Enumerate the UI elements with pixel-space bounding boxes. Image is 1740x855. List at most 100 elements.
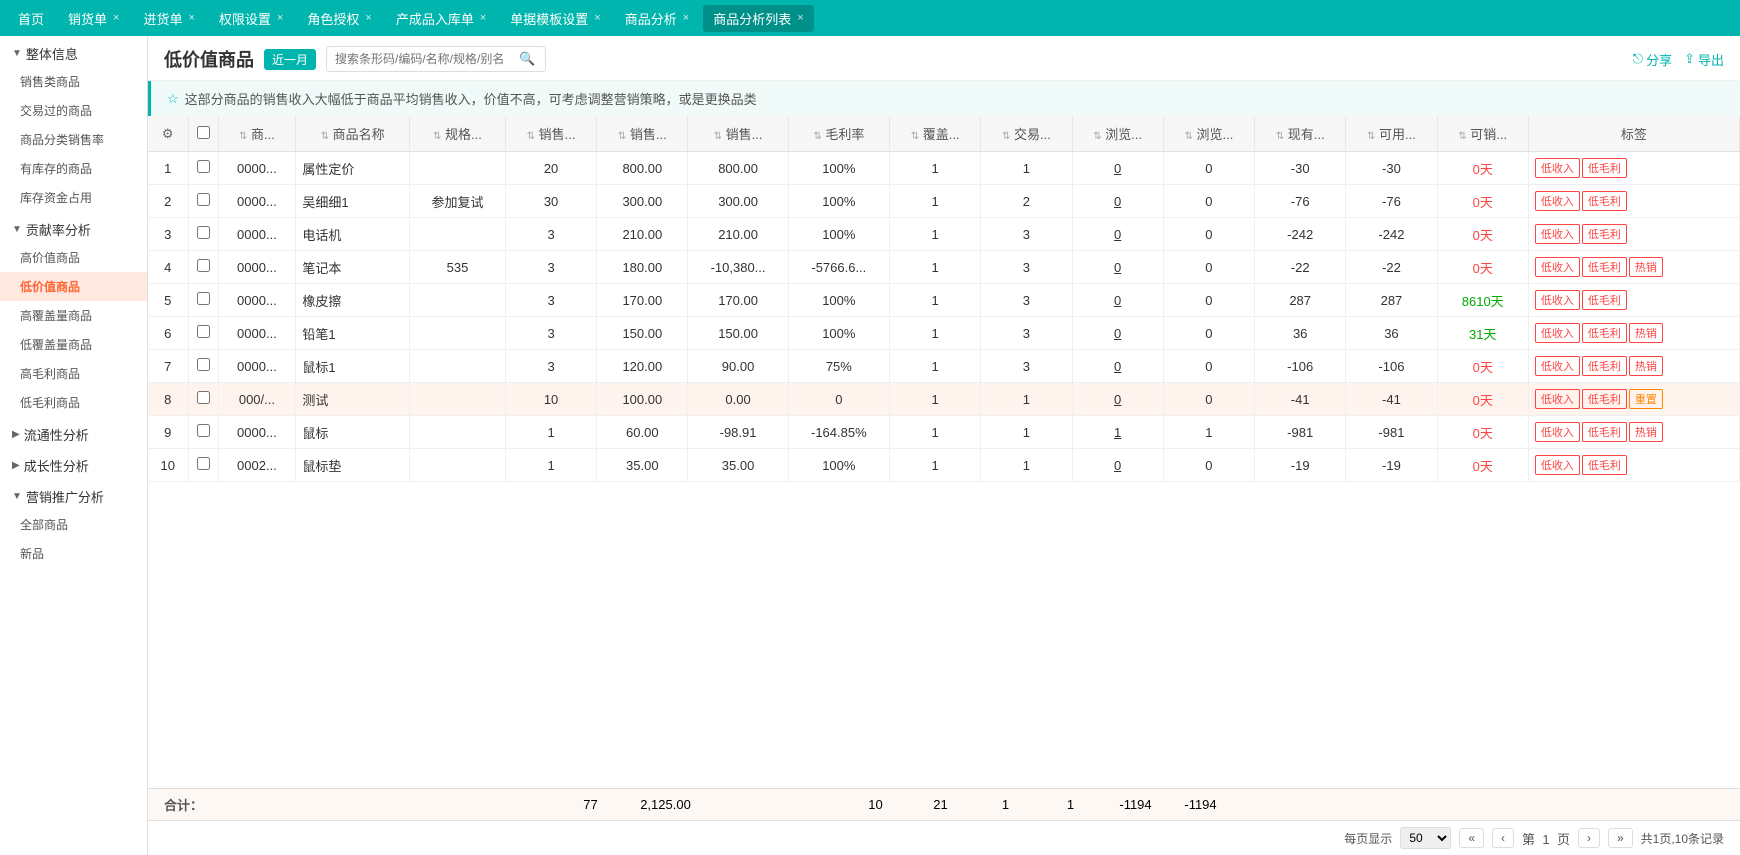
browse-link[interactable]: 0 bbox=[1114, 260, 1121, 275]
cell-checkbox[interactable] bbox=[188, 350, 218, 383]
page-size-select[interactable]: 50 100 200 bbox=[1400, 827, 1451, 849]
cell-browse1[interactable]: 0 bbox=[1072, 383, 1163, 416]
sidebar-group-liquidity[interactable]: ▶ 流通性分析 bbox=[0, 417, 147, 448]
cell-checkbox[interactable] bbox=[188, 218, 218, 251]
nav-template-settings[interactable]: 单据模板设置× bbox=[500, 5, 610, 32]
nav-permissions[interactable]: 权限设置× bbox=[209, 5, 293, 32]
nav-close-analysis[interactable]: × bbox=[683, 12, 689, 24]
row-checkbox[interactable] bbox=[197, 160, 210, 173]
browse-link[interactable]: 0 bbox=[1114, 326, 1121, 341]
nav-close-warehouse[interactable]: × bbox=[480, 12, 486, 24]
sidebar-item-low-margin[interactable]: 低毛利商品 bbox=[0, 388, 147, 417]
date-filter-badge[interactable]: 近一月 bbox=[264, 49, 316, 70]
last-page-button[interactable]: » bbox=[1608, 828, 1633, 848]
sidebar-group-marketing[interactable]: ▼ 营销推广分析 bbox=[0, 479, 147, 510]
nav-close-purchase[interactable]: × bbox=[188, 12, 194, 24]
sidebar-item-inventory-capital[interactable]: 库存资金占用 bbox=[0, 183, 147, 212]
nav-close-role[interactable]: × bbox=[365, 12, 371, 24]
cell-num: 2 bbox=[148, 185, 188, 218]
first-page-button[interactable]: « bbox=[1459, 828, 1484, 848]
sidebar-group-contribution[interactable]: ▼ 贡献率分析 bbox=[0, 212, 147, 243]
nav-sales-order[interactable]: 销货单× bbox=[58, 5, 129, 32]
nav-role-auth[interactable]: 角色授权× bbox=[297, 5, 381, 32]
browse-link[interactable]: 1 bbox=[1114, 425, 1121, 440]
col-select-all[interactable] bbox=[188, 116, 218, 152]
sidebar-item-high-value[interactable]: 高价值商品 bbox=[0, 243, 147, 272]
sidebar-item-stocked-products[interactable]: 有库存的商品 bbox=[0, 154, 147, 183]
nav-close-sales[interactable]: × bbox=[113, 12, 119, 24]
row-checkbox[interactable] bbox=[197, 292, 210, 305]
sidebar-item-high-margin[interactable]: 高毛利商品 bbox=[0, 359, 147, 388]
cell-checkbox[interactable] bbox=[188, 152, 218, 185]
sidebar-item-all-products[interactable]: 全部商品 bbox=[0, 510, 147, 539]
export-button[interactable]: ⇪ 导出 bbox=[1684, 50, 1724, 69]
browse-link[interactable]: 0 bbox=[1114, 194, 1121, 209]
row-checkbox[interactable] bbox=[197, 325, 210, 338]
cell-sales1: 1 bbox=[505, 449, 596, 482]
cell-tags: 低收入低毛利 bbox=[1528, 218, 1739, 251]
nav-home[interactable]: 首页 bbox=[8, 5, 54, 32]
prev-page-button[interactable]: ‹ bbox=[1492, 828, 1514, 848]
cell-checkbox[interactable] bbox=[188, 284, 218, 317]
sidebar-group-growth[interactable]: ▶ 成长性分析 bbox=[0, 448, 147, 479]
row-checkbox[interactable] bbox=[197, 424, 210, 437]
cell-checkbox[interactable] bbox=[188, 383, 218, 416]
cell-checkbox[interactable] bbox=[188, 416, 218, 449]
sidebar-item-low-value[interactable]: 低价值商品 bbox=[0, 272, 147, 301]
select-all-checkbox[interactable] bbox=[197, 126, 210, 139]
cell-browse1[interactable]: 0 bbox=[1072, 284, 1163, 317]
col-header-code: ⇅ 商... bbox=[218, 116, 296, 152]
cell-checkbox[interactable] bbox=[188, 449, 218, 482]
cell-checkbox[interactable] bbox=[188, 317, 218, 350]
cell-browse1[interactable]: 0 bbox=[1072, 251, 1163, 284]
settings-icon[interactable]: ⚙ bbox=[162, 126, 174, 141]
nav-product-warehouse[interactable]: 产成品入库单× bbox=[386, 5, 496, 32]
col-settings[interactable]: ⚙ bbox=[148, 116, 188, 152]
table-row: 8 000/... 测试 10 100.00 0.00 0 1 1 0 0 -4… bbox=[148, 383, 1740, 416]
nav-close-analysis-list[interactable]: × bbox=[797, 12, 803, 24]
cell-browse1[interactable]: 0 bbox=[1072, 218, 1163, 251]
row-checkbox[interactable] bbox=[197, 226, 210, 239]
sidebar-item-high-coverage[interactable]: 高覆盖量商品 bbox=[0, 301, 147, 330]
col-header-sales1: ⇅ 销售... bbox=[505, 116, 596, 152]
browse-link[interactable]: 0 bbox=[1114, 392, 1121, 407]
cell-trade: 3 bbox=[981, 284, 1072, 317]
nav-product-analysis[interactable]: 商品分析× bbox=[615, 5, 699, 32]
nav-product-analysis-list[interactable]: 商品分析列表× bbox=[703, 5, 813, 32]
cell-sales2: 300.00 bbox=[597, 185, 688, 218]
sidebar-item-sales-products[interactable]: 销售类商品 bbox=[0, 67, 147, 96]
col-header-name: ⇅ 商品名称 bbox=[296, 116, 410, 152]
cell-sales1: 20 bbox=[505, 152, 596, 185]
cell-browse1[interactable]: 0 bbox=[1072, 449, 1163, 482]
row-checkbox[interactable] bbox=[197, 457, 210, 470]
next-page-button[interactable]: › bbox=[1578, 828, 1600, 848]
cell-browse1[interactable]: 0 bbox=[1072, 185, 1163, 218]
sidebar-group-overall[interactable]: ▼ 整体信息 bbox=[0, 36, 147, 67]
browse-link[interactable]: 0 bbox=[1114, 161, 1121, 176]
cell-checkbox[interactable] bbox=[188, 251, 218, 284]
cell-checkbox[interactable] bbox=[188, 185, 218, 218]
table-row: 9 0000... 鼠标 1 60.00 -98.91 -164.85% 1 1… bbox=[148, 416, 1740, 449]
nav-close-template[interactable]: × bbox=[594, 12, 600, 24]
share-button[interactable]: ⎋ 分享 bbox=[1633, 50, 1672, 69]
nav-close-permissions[interactable]: × bbox=[277, 12, 283, 24]
sidebar-item-category-sales-rate[interactable]: 商品分类销售率 bbox=[0, 125, 147, 154]
row-checkbox[interactable] bbox=[197, 259, 210, 272]
row-checkbox[interactable] bbox=[197, 193, 210, 206]
cell-browse1[interactable]: 0 bbox=[1072, 317, 1163, 350]
search-input[interactable] bbox=[335, 52, 515, 66]
table-container[interactable]: ⚙ ⇅ 商... ⇅ 商品名称 ⇅ 规格... ⇅ 销售... ⇅ 销售... … bbox=[148, 116, 1740, 788]
nav-purchase-order[interactable]: 进货单× bbox=[133, 5, 204, 32]
browse-link[interactable]: 0 bbox=[1114, 458, 1121, 473]
browse-link[interactable]: 0 bbox=[1114, 227, 1121, 242]
sidebar-item-low-coverage[interactable]: 低覆盖量商品 bbox=[0, 330, 147, 359]
browse-link[interactable]: 0 bbox=[1114, 359, 1121, 374]
cell-browse1[interactable]: 1 bbox=[1072, 416, 1163, 449]
cell-browse1[interactable]: 0 bbox=[1072, 152, 1163, 185]
cell-browse1[interactable]: 0 bbox=[1072, 350, 1163, 383]
browse-link[interactable]: 0 bbox=[1114, 293, 1121, 308]
row-checkbox[interactable] bbox=[197, 391, 210, 404]
sidebar-item-traded-products[interactable]: 交易过的商品 bbox=[0, 96, 147, 125]
sidebar-item-new-products[interactable]: 新品 bbox=[0, 539, 147, 568]
row-checkbox[interactable] bbox=[197, 358, 210, 371]
